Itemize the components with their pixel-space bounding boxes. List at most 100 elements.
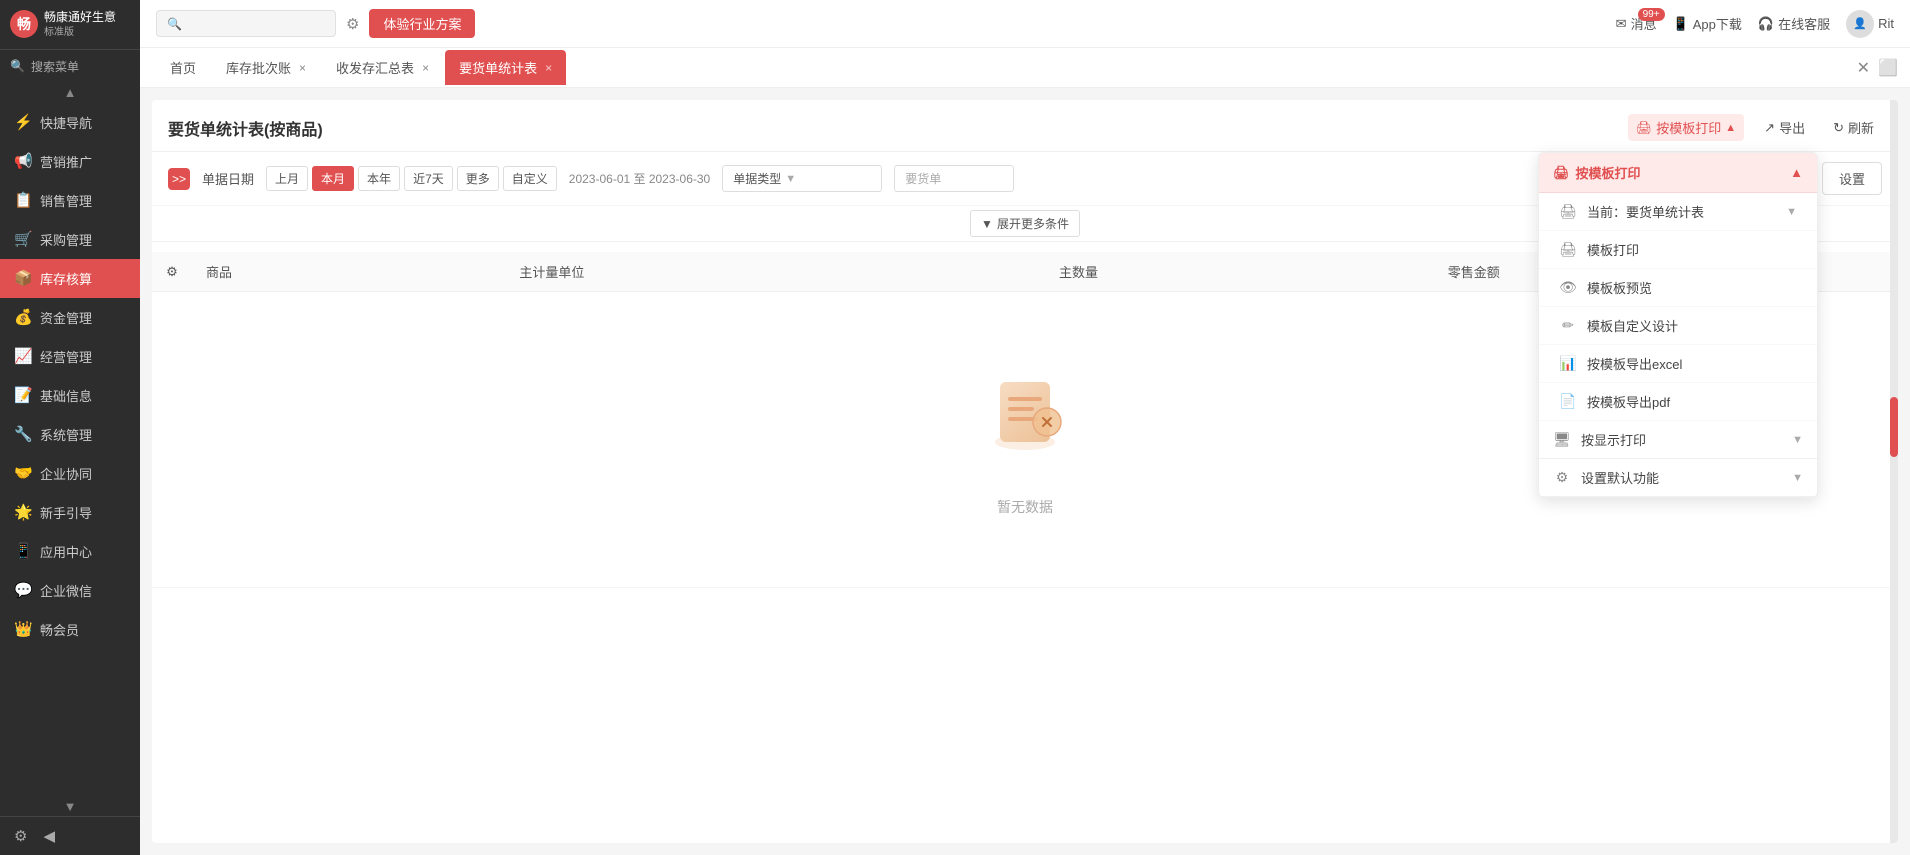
sidebar-item-app-center[interactable]: 📱 应用中心 bbox=[0, 532, 140, 571]
tab-order-statistics[interactable]: 要货单统计表 × bbox=[445, 50, 566, 85]
template-preview-icon: 👁 bbox=[1559, 279, 1577, 296]
template-design-icon: ✏ bbox=[1559, 317, 1577, 334]
messages-icon: ✉ bbox=[1616, 16, 1627, 32]
date-btn-last-month[interactable]: 上月 bbox=[266, 166, 308, 191]
sidebar-scroll-down[interactable]: ▼ bbox=[0, 796, 140, 816]
set-default-chevron-icon: ▼ bbox=[1792, 472, 1803, 484]
wechat-icon: 💬 bbox=[14, 581, 32, 599]
filter-settings-btn[interactable]: 设置 bbox=[1822, 162, 1882, 195]
basic-info-icon: 📝 bbox=[14, 386, 32, 404]
display-print-chevron-icon: ▼ bbox=[1792, 434, 1803, 446]
dropdown-item-template-print[interactable]: 🖨 模板打印 bbox=[1539, 231, 1817, 269]
footer-settings-icon[interactable]: ⚙ bbox=[14, 827, 27, 845]
dropdown-section-display-print[interactable]: 🖥 按显示打印 ▼ bbox=[1539, 421, 1817, 459]
empty-text: 暂无数据 bbox=[997, 497, 1053, 517]
maximize-window-btn[interactable]: ⬜ bbox=[1878, 58, 1898, 78]
page-title: 要货单统计表(按商品) bbox=[168, 116, 323, 140]
quick-nav-icon: ⚡ bbox=[14, 113, 32, 131]
page-actions: 🖨 按模板打印 ▲ ↗ 导出 ↻ 刷新 bbox=[1628, 114, 1882, 141]
col-settings[interactable]: ⚙ bbox=[152, 252, 192, 292]
search-menu-item[interactable]: 🔍 搜索菜单 bbox=[0, 50, 140, 83]
sidebar-item-guide[interactable]: 🌟 新手引导 bbox=[0, 493, 140, 532]
tab-close-collection-summary[interactable]: × bbox=[422, 61, 429, 75]
tab-inventory-batch[interactable]: 库存批次账 × bbox=[212, 50, 320, 85]
export-btn[interactable]: ↗ 导出 bbox=[1756, 114, 1813, 141]
date-btn-custom[interactable]: 自定义 bbox=[503, 166, 557, 191]
sidebar-logo: 畅 畅康通好生意 标准版 bbox=[0, 0, 140, 50]
date-label: 单据日期 bbox=[202, 169, 254, 188]
sidebar-item-basic-info[interactable]: 📝 基础信息 bbox=[0, 376, 140, 415]
enterprise-icon: 🤝 bbox=[14, 464, 32, 482]
export-excel-icon: 📊 bbox=[1559, 355, 1577, 372]
expand-more-btn[interactable]: ▼ 展开更多条件 bbox=[970, 210, 1080, 237]
content-inner: 要货单统计表(按商品) 🖨 按模板打印 ▲ ↗ 导出 ↻ 刷新 bbox=[152, 100, 1898, 843]
tab-home[interactable]: 首页 bbox=[156, 50, 210, 85]
export-pdf-icon: 📄 bbox=[1559, 393, 1577, 410]
app-download-btn[interactable]: 📱 App下载 bbox=[1673, 14, 1742, 33]
date-btn-this-month[interactable]: 本月 bbox=[312, 166, 354, 191]
app-download-icon: 📱 bbox=[1673, 16, 1689, 32]
dropdown-item-template-design[interactable]: ✏ 模板自定义设计 bbox=[1539, 307, 1817, 345]
filter-expand-btn[interactable]: >> bbox=[168, 168, 190, 190]
topbar-right: ✉ 消息 99+ 📱 App下载 🎧 在线客服 👤 Rit bbox=[1616, 10, 1894, 38]
dropdown-header-right: ▲ bbox=[1790, 165, 1803, 180]
date-btn-this-year[interactable]: 本年 bbox=[358, 166, 400, 191]
date-btn-7days[interactable]: 近7天 bbox=[404, 166, 453, 191]
order-type-chevron-icon: ▼ bbox=[785, 173, 796, 185]
col-quantity: 主数量 bbox=[1045, 252, 1434, 292]
scrollbar-thumb bbox=[1890, 397, 1898, 457]
goods-filter-input[interactable]: 要货单 bbox=[894, 165, 1014, 192]
user-avatar[interactable]: 👤 Rit bbox=[1846, 10, 1894, 38]
sidebar-item-system[interactable]: 🔧 系统管理 bbox=[0, 415, 140, 454]
dropdown-collapse-icon[interactable]: ▲ bbox=[1790, 165, 1803, 180]
online-service-icon: 🎧 bbox=[1758, 16, 1774, 32]
sidebar-scroll-up[interactable]: ▲ bbox=[0, 83, 140, 103]
dropdown-item-template-preview[interactable]: 👁 模板板预览 bbox=[1539, 269, 1817, 307]
sidebar-item-sales[interactable]: 📋 销售管理 bbox=[0, 181, 140, 220]
col-unit: 主计量单位 bbox=[505, 252, 1045, 292]
sidebar-footer: ⚙ ◀ bbox=[0, 816, 140, 855]
trial-btn[interactable]: 体验行业方案 bbox=[369, 9, 475, 38]
dropdown-header[interactable]: 🖨 按模板打印 ▲ bbox=[1539, 153, 1817, 193]
guide-icon: 🌟 bbox=[14, 503, 32, 521]
col-goods: 商品 bbox=[192, 252, 505, 292]
dropdown-item-export-excel[interactable]: 📊 按模板导出excel bbox=[1539, 345, 1817, 383]
refresh-btn[interactable]: ↻ 刷新 bbox=[1825, 114, 1882, 141]
order-type-select[interactable]: 单据类型 ▼ bbox=[722, 165, 882, 192]
footer-collapse-icon[interactable]: ◀ bbox=[43, 827, 55, 845]
close-window-btn[interactable]: ✕ bbox=[1857, 58, 1870, 78]
sidebar-item-operations[interactable]: 📈 经营管理 bbox=[0, 337, 140, 376]
sidebar-item-finance[interactable]: 💰 资金管理 bbox=[0, 298, 140, 337]
operations-icon: 📈 bbox=[14, 347, 32, 365]
messages-btn[interactable]: ✉ 消息 99+ bbox=[1616, 14, 1657, 33]
sidebar-item-purchase[interactable]: 🛒 采购管理 bbox=[0, 220, 140, 259]
dropdown-item-export-pdf[interactable]: 📄 按模板导出pdf bbox=[1539, 383, 1817, 421]
sidebar: 畅 畅康通好生意 标准版 🔍 搜索菜单 ▲ ⚡ 快捷导航 📢 营销推广 📋 销售… bbox=[0, 0, 140, 855]
print-icon: 🖨 bbox=[1636, 120, 1653, 136]
dropdown-section-set-default[interactable]: ⚙ 设置默认功能 ▼ bbox=[1539, 459, 1817, 497]
display-print-icon: 🖥 bbox=[1553, 431, 1571, 448]
tab-close-inventory-batch[interactable]: × bbox=[299, 61, 306, 75]
dropdown-current-template[interactable]: 🖨 当前：要货单统计表 ▼ bbox=[1539, 193, 1817, 231]
topbar-search-icon: 🔍 bbox=[167, 17, 182, 31]
date-btn-more[interactable]: 更多 bbox=[457, 166, 499, 191]
print-template-btn[interactable]: 🖨 按模板打印 ▲ bbox=[1628, 114, 1744, 141]
date-range-display: 2023-06-01 至 2023-06-30 bbox=[569, 170, 710, 187]
sidebar-item-member[interactable]: 👑 畅会员 bbox=[0, 610, 140, 649]
sidebar-item-inventory[interactable]: 📦 库存核算 bbox=[0, 259, 140, 298]
sidebar-item-enterprise[interactable]: 🤝 企业协同 bbox=[0, 454, 140, 493]
inventory-icon: 📦 bbox=[14, 269, 32, 287]
tab-collection-summary[interactable]: 收发存汇总表 × bbox=[322, 50, 443, 85]
sidebar-item-wechat[interactable]: 💬 企业微信 bbox=[0, 571, 140, 610]
online-service-btn[interactable]: 🎧 在线客服 bbox=[1758, 14, 1830, 33]
topbar-gear-icon[interactable]: ⚙ bbox=[346, 15, 359, 33]
tab-close-order-statistics[interactable]: × bbox=[545, 61, 552, 75]
sidebar-item-marketing[interactable]: 📢 营销推广 bbox=[0, 142, 140, 181]
finance-icon: 💰 bbox=[14, 308, 32, 326]
topbar-search-box[interactable]: 🔍 bbox=[156, 10, 336, 37]
right-scrollbar[interactable] bbox=[1890, 100, 1898, 843]
sidebar-item-quick-nav[interactable]: ⚡ 快捷导航 bbox=[0, 103, 140, 142]
search-icon: 🔍 bbox=[10, 59, 25, 73]
refresh-icon: ↻ bbox=[1833, 120, 1844, 136]
app-center-icon: 📱 bbox=[14, 542, 32, 560]
